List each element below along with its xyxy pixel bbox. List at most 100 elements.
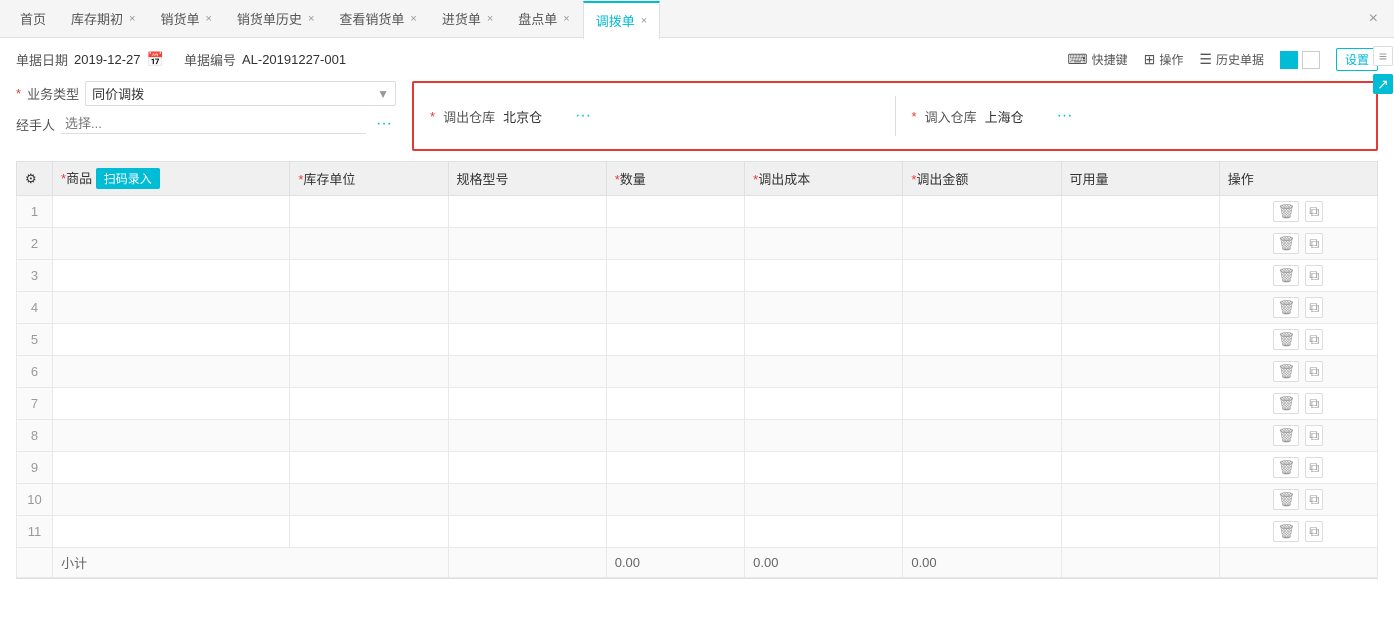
delete-icon[interactable]: 🗑 bbox=[1273, 489, 1299, 510]
amount-cell[interactable] bbox=[903, 516, 1061, 548]
amount-cell[interactable] bbox=[903, 260, 1061, 292]
avail-cell[interactable] bbox=[1061, 228, 1219, 260]
qty-cell[interactable] bbox=[606, 420, 744, 452]
spec-cell[interactable] bbox=[448, 292, 606, 324]
amount-cell[interactable] bbox=[903, 484, 1061, 516]
layout-list-btn[interactable] bbox=[1280, 51, 1298, 69]
unit-cell[interactable] bbox=[290, 228, 448, 260]
avail-cell[interactable] bbox=[1061, 452, 1219, 484]
tab-close-inventory-init[interactable]: × bbox=[129, 13, 135, 25]
cost-cell[interactable] bbox=[745, 196, 903, 228]
copy-icon[interactable]: ⧉ bbox=[1305, 489, 1323, 510]
tab-home[interactable]: 首页 bbox=[8, 0, 59, 38]
cost-cell[interactable] bbox=[745, 452, 903, 484]
amount-cell[interactable] bbox=[903, 324, 1061, 356]
tab-view-sales[interactable]: 查看销货单 × bbox=[327, 0, 429, 38]
unit-cell[interactable] bbox=[290, 388, 448, 420]
cost-cell[interactable] bbox=[745, 516, 903, 548]
avail-cell[interactable] bbox=[1061, 196, 1219, 228]
product-cell[interactable] bbox=[53, 228, 290, 260]
amount-cell[interactable] bbox=[903, 228, 1061, 260]
product-cell[interactable] bbox=[53, 356, 290, 388]
calendar-icon[interactable]: 📅 bbox=[147, 51, 164, 68]
amount-cell[interactable] bbox=[903, 452, 1061, 484]
unit-cell[interactable] bbox=[290, 324, 448, 356]
spec-cell[interactable] bbox=[448, 484, 606, 516]
cost-cell[interactable] bbox=[745, 324, 903, 356]
shortcuts-btn[interactable]: ⌨ 快捷键 bbox=[1067, 51, 1127, 68]
product-cell[interactable] bbox=[53, 388, 290, 420]
spec-cell[interactable] bbox=[448, 228, 606, 260]
tab-close-stocktake[interactable]: × bbox=[563, 13, 569, 25]
cost-cell[interactable] bbox=[745, 260, 903, 292]
delete-icon[interactable]: 🗑 bbox=[1273, 233, 1299, 254]
warehouse-out-more-btn[interactable]: ··· bbox=[571, 107, 595, 125]
layout-grid-btn[interactable] bbox=[1302, 51, 1320, 69]
sidebar-export-icon[interactable]: ↗ bbox=[1373, 74, 1393, 94]
qty-cell[interactable] bbox=[606, 196, 744, 228]
tab-stocktake[interactable]: 盘点单 × bbox=[506, 0, 582, 38]
copy-icon[interactable]: ⧉ bbox=[1305, 329, 1323, 350]
copy-icon[interactable]: ⧉ bbox=[1305, 361, 1323, 382]
warehouse-in-value[interactable]: 上海仓 bbox=[985, 107, 1045, 126]
avail-cell[interactable] bbox=[1061, 324, 1219, 356]
operator-more-btn[interactable]: ··· bbox=[372, 115, 396, 133]
avail-cell[interactable] bbox=[1061, 388, 1219, 420]
cost-cell[interactable] bbox=[745, 292, 903, 324]
delete-icon[interactable]: 🗑 bbox=[1273, 297, 1299, 318]
spec-cell[interactable] bbox=[448, 260, 606, 292]
tab-sales-order[interactable]: 销货单 × bbox=[148, 0, 224, 38]
spec-cell[interactable] bbox=[448, 324, 606, 356]
product-cell[interactable] bbox=[53, 516, 290, 548]
operator-input[interactable] bbox=[61, 114, 366, 134]
unit-cell[interactable] bbox=[290, 452, 448, 484]
qty-cell[interactable] bbox=[606, 516, 744, 548]
product-cell[interactable] bbox=[53, 196, 290, 228]
tab-inventory-init[interactable]: 库存期初 × bbox=[59, 0, 148, 38]
delete-icon[interactable]: 🗑 bbox=[1273, 329, 1299, 350]
sidebar-list-icon[interactable]: ≡ bbox=[1373, 46, 1393, 66]
warehouse-in-more-btn[interactable]: ··· bbox=[1053, 107, 1077, 125]
copy-icon[interactable]: ⧉ bbox=[1305, 297, 1323, 318]
qty-cell[interactable] bbox=[606, 260, 744, 292]
product-cell[interactable] bbox=[53, 260, 290, 292]
spec-cell[interactable] bbox=[448, 516, 606, 548]
qty-cell[interactable] bbox=[606, 388, 744, 420]
copy-icon[interactable]: ⧉ bbox=[1305, 393, 1323, 414]
avail-cell[interactable] bbox=[1061, 484, 1219, 516]
spec-cell[interactable] bbox=[448, 388, 606, 420]
cost-cell[interactable] bbox=[745, 228, 903, 260]
unit-cell[interactable] bbox=[290, 356, 448, 388]
warehouse-out-value[interactable]: 北京仓 bbox=[503, 107, 563, 126]
amount-cell[interactable] bbox=[903, 356, 1061, 388]
tab-close-transfer[interactable]: × bbox=[641, 15, 647, 27]
tab-transfer[interactable]: 调拨单 × bbox=[583, 1, 660, 39]
product-cell[interactable] bbox=[53, 452, 290, 484]
unit-cell[interactable] bbox=[290, 516, 448, 548]
spec-cell[interactable] bbox=[448, 452, 606, 484]
spec-cell[interactable] bbox=[448, 196, 606, 228]
tab-purchase[interactable]: 进货单 × bbox=[430, 0, 506, 38]
amount-cell[interactable] bbox=[903, 388, 1061, 420]
unit-cell[interactable] bbox=[290, 196, 448, 228]
close-all-tabs[interactable]: × bbox=[1361, 10, 1386, 28]
qty-cell[interactable] bbox=[606, 292, 744, 324]
amount-cell[interactable] bbox=[903, 196, 1061, 228]
cost-cell[interactable] bbox=[745, 388, 903, 420]
operations-btn[interactable]: ⊞ 操作 bbox=[1144, 51, 1184, 68]
unit-cell[interactable] bbox=[290, 260, 448, 292]
history-btn[interactable]: ☰ 历史单据 bbox=[1199, 51, 1264, 68]
unit-cell[interactable] bbox=[290, 484, 448, 516]
avail-cell[interactable] bbox=[1061, 356, 1219, 388]
avail-cell[interactable] bbox=[1061, 260, 1219, 292]
qty-cell[interactable] bbox=[606, 228, 744, 260]
tab-close-purchase[interactable]: × bbox=[487, 13, 493, 25]
spec-cell[interactable] bbox=[448, 420, 606, 452]
qty-cell[interactable] bbox=[606, 324, 744, 356]
copy-icon[interactable]: ⧉ bbox=[1305, 521, 1323, 542]
amount-cell[interactable] bbox=[903, 292, 1061, 324]
delete-icon[interactable]: 🗑 bbox=[1273, 265, 1299, 286]
product-cell[interactable] bbox=[53, 484, 290, 516]
scan-entry-btn[interactable]: 扫码录入 bbox=[96, 168, 160, 189]
delete-icon[interactable]: 🗑 bbox=[1273, 361, 1299, 382]
